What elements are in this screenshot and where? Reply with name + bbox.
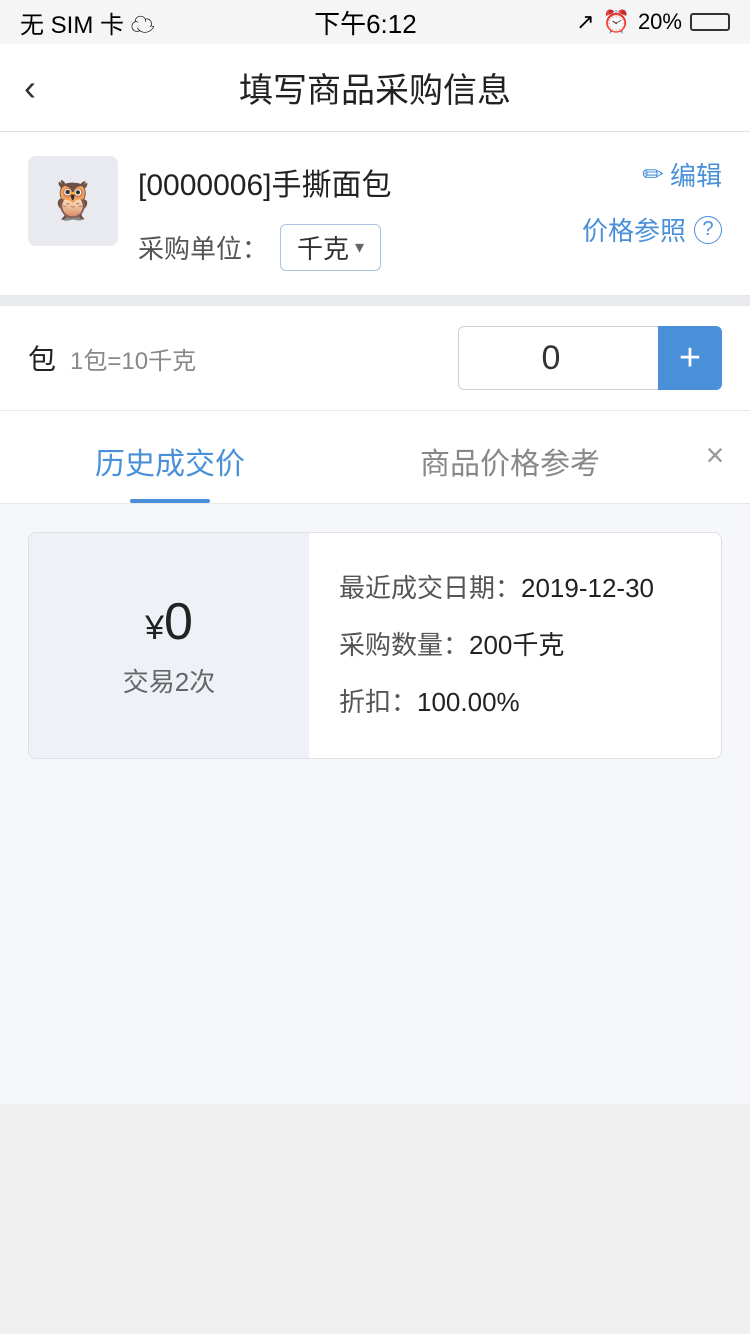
tabs-container: 历史成交价 商品价格参考 ×	[0, 411, 750, 504]
purchase-qty-row: 采购数量：200千克	[339, 626, 691, 665]
discount-value: 100.00%	[417, 687, 520, 717]
price-card-left: ¥0 交易2次	[29, 533, 309, 758]
price-info-area: ¥0 交易2次 最近成交日期：2019-12-30 采购数量：200千克 折扣：…	[0, 504, 750, 1104]
qty-conversion-label: 1包=10千克	[70, 341, 196, 376]
price-trade-count: 交易2次	[123, 662, 215, 699]
status-time: 下午6:12	[314, 4, 417, 41]
battery-percent: 20%	[638, 9, 682, 35]
discount-label: 折扣：	[339, 687, 417, 717]
product-name: [0000006]手撕面包	[138, 160, 391, 204]
recent-date-value: 2019-12-30	[521, 573, 654, 603]
unit-select-dropdown[interactable]: 千克 ▾	[280, 224, 381, 271]
qty-plus-button[interactable]: +	[658, 326, 722, 390]
product-thumbnail: 🦉	[28, 156, 118, 246]
battery-icon	[690, 13, 730, 31]
tab-history-label: 历史成交价	[95, 448, 245, 481]
price-value: 0	[164, 593, 193, 651]
product-logo-icon: 🦉	[49, 179, 96, 223]
location-icon: ↗	[576, 9, 594, 35]
edit-label: 编辑	[670, 156, 722, 193]
quantity-input[interactable]	[458, 326, 658, 390]
sim-label: 无 SIM 卡 ☁	[20, 5, 155, 40]
chevron-down-icon: ▾	[355, 237, 364, 258]
price-yen-symbol: ¥	[145, 609, 164, 647]
purchase-qty-value: 200千克	[469, 630, 564, 660]
section-divider	[0, 296, 750, 306]
quantity-row: 包 1包=10千克 +	[0, 306, 750, 411]
tabs-close-button[interactable]: ×	[680, 437, 750, 490]
status-bar: 无 SIM 卡 ☁ 下午6:12 ↗ ⏰ 20%	[0, 0, 750, 44]
header: ‹ 填写商品采购信息	[0, 44, 750, 132]
edit-icon: ✏	[642, 159, 664, 190]
price-ref-button[interactable]: 价格参照 ?	[582, 211, 722, 248]
price-amount: ¥0	[145, 592, 193, 652]
tab-history-price[interactable]: 历史成交价	[0, 423, 340, 503]
tab-price-ref-label: 商品价格参考	[420, 448, 600, 481]
qty-unit-label: 包	[28, 338, 56, 378]
status-left: 无 SIM 卡 ☁	[20, 5, 155, 40]
price-card: ¥0 交易2次 最近成交日期：2019-12-30 采购数量：200千克 折扣：…	[28, 532, 722, 759]
unit-label: 采购单位：	[138, 229, 268, 266]
back-button[interactable]: ‹	[24, 67, 36, 109]
discount-row: 折扣：100.00%	[339, 683, 691, 722]
page-title: 填写商品采购信息	[239, 63, 511, 112]
edit-button[interactable]: ✏ 编辑	[642, 156, 722, 193]
plus-icon: +	[679, 337, 701, 380]
price-card-right: 最近成交日期：2019-12-30 采购数量：200千克 折扣：100.00%	[309, 533, 721, 758]
tab-product-price-ref[interactable]: 商品价格参考	[340, 423, 680, 503]
status-right: ↗ ⏰ 20%	[576, 9, 730, 35]
recent-date-label: 最近成交日期：	[339, 573, 521, 603]
help-icon: ?	[694, 216, 722, 244]
product-card: 🦉 [0000006]手撕面包 采购单位： 千克 ▾ ✏ 编辑 价格参照	[0, 132, 750, 296]
recent-date-row: 最近成交日期：2019-12-30	[339, 569, 691, 608]
alarm-icon: ⏰	[603, 9, 630, 35]
quantity-input-area: +	[458, 326, 722, 390]
unit-select-value: 千克	[297, 229, 349, 266]
purchase-qty-label: 采购数量：	[339, 630, 469, 660]
price-ref-label: 价格参照	[582, 211, 686, 248]
